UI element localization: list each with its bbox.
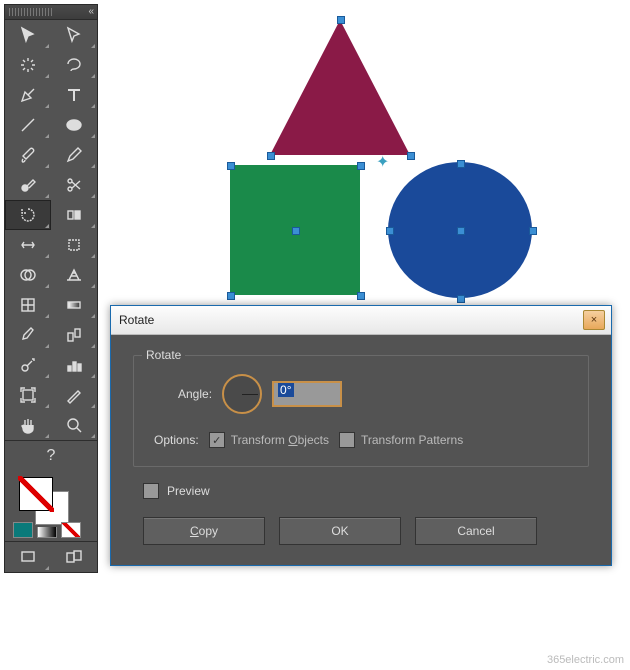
- rotate-group: Rotate Angle: 0° Options: Transform Obje…: [133, 355, 589, 467]
- eyedropper-tool[interactable]: [5, 320, 51, 350]
- paintbrush-tool[interactable]: [5, 140, 51, 170]
- free-transform-tool[interactable]: [51, 230, 97, 260]
- selection-tool[interactable]: [5, 20, 51, 50]
- artwork: [110, 0, 610, 310]
- angle-dial[interactable]: [222, 374, 262, 414]
- transform-objects-option[interactable]: Transform Objects: [209, 432, 329, 448]
- change-screen-button[interactable]: [51, 542, 97, 572]
- zoom-tool[interactable]: [51, 410, 97, 440]
- copy-button[interactable]: Copy: [143, 517, 265, 545]
- anchor-point[interactable]: [357, 292, 365, 300]
- anchor-point[interactable]: [529, 227, 537, 235]
- ellipse-tool[interactable]: [51, 110, 97, 140]
- mesh-tool[interactable]: [5, 290, 51, 320]
- transform-patterns-option[interactable]: Transform Patterns: [339, 432, 463, 448]
- shape-builder-tool[interactable]: [5, 260, 51, 290]
- anchor-point[interactable]: [292, 227, 300, 235]
- rotation-center-icon[interactable]: ✦: [376, 152, 389, 172]
- tools-panel: « ?: [4, 4, 98, 573]
- none-mode-button[interactable]: [61, 522, 81, 538]
- direct-selection-tool[interactable]: [51, 20, 97, 50]
- anchor-point[interactable]: [337, 16, 345, 24]
- scissors-tool[interactable]: [51, 170, 97, 200]
- pencil-tool[interactable]: [51, 140, 97, 170]
- screen-mode-button[interactable]: [5, 542, 51, 572]
- dialog-title: Rotate: [119, 313, 154, 327]
- anchor-point[interactable]: [267, 152, 275, 160]
- preview-option[interactable]: Preview: [133, 483, 589, 499]
- anchor-point[interactable]: [457, 295, 465, 303]
- panel-header[interactable]: «: [5, 5, 97, 20]
- column-graph-tool[interactable]: [51, 350, 97, 380]
- magic-wand-tool[interactable]: [5, 50, 51, 80]
- triangle-shape[interactable]: [270, 20, 410, 155]
- anchor-point[interactable]: [357, 162, 365, 170]
- anchor-point[interactable]: [457, 227, 465, 235]
- canvas[interactable]: ✦: [110, 0, 630, 310]
- close-button[interactable]: ×: [583, 310, 605, 330]
- options-label: Options:: [154, 433, 199, 447]
- line-segment-tool[interactable]: [5, 110, 51, 140]
- anchor-point[interactable]: [457, 160, 465, 168]
- angle-input[interactable]: 0°: [272, 381, 342, 407]
- ok-button[interactable]: OK: [279, 517, 401, 545]
- help-button[interactable]: ?: [5, 441, 97, 471]
- cancel-button[interactable]: Cancel: [415, 517, 537, 545]
- checkbox-icon[interactable]: [339, 432, 355, 448]
- pen-tool[interactable]: [5, 80, 51, 110]
- anchor-point[interactable]: [227, 162, 235, 170]
- blob-brush-tool[interactable]: [5, 170, 51, 200]
- dialog-titlebar[interactable]: Rotate ×: [111, 306, 611, 335]
- close-icon: ×: [591, 314, 597, 326]
- anchor-point[interactable]: [407, 152, 415, 160]
- gradient-tool[interactable]: [51, 290, 97, 320]
- rotate-dialog: Rotate × Rotate Angle: 0° Options: Trans…: [110, 305, 612, 566]
- reflect-tool[interactable]: [51, 200, 97, 230]
- hand-tool[interactable]: [5, 410, 51, 440]
- fill-stroke-swatch[interactable]: [5, 471, 97, 519]
- rotate-tool[interactable]: [5, 200, 51, 230]
- watermark: 365electric.com: [547, 654, 624, 666]
- type-tool[interactable]: [51, 80, 97, 110]
- checkbox-icon[interactable]: [143, 483, 159, 499]
- blend-tool[interactable]: [51, 320, 97, 350]
- anchor-point[interactable]: [227, 292, 235, 300]
- symbol-sprayer-tool[interactable]: [5, 350, 51, 380]
- perspective-grid-tool[interactable]: [51, 260, 97, 290]
- lasso-tool[interactable]: [51, 50, 97, 80]
- artboard-tool[interactable]: [5, 380, 51, 410]
- angle-label: Angle:: [178, 387, 212, 401]
- checkbox-icon[interactable]: [209, 432, 225, 448]
- slice-tool[interactable]: [51, 380, 97, 410]
- collapse-chevron-icon[interactable]: «: [88, 6, 94, 17]
- group-legend: Rotate: [142, 348, 185, 362]
- width-tool[interactable]: [5, 230, 51, 260]
- color-mode-button[interactable]: [13, 522, 33, 538]
- anchor-point[interactable]: [386, 227, 394, 235]
